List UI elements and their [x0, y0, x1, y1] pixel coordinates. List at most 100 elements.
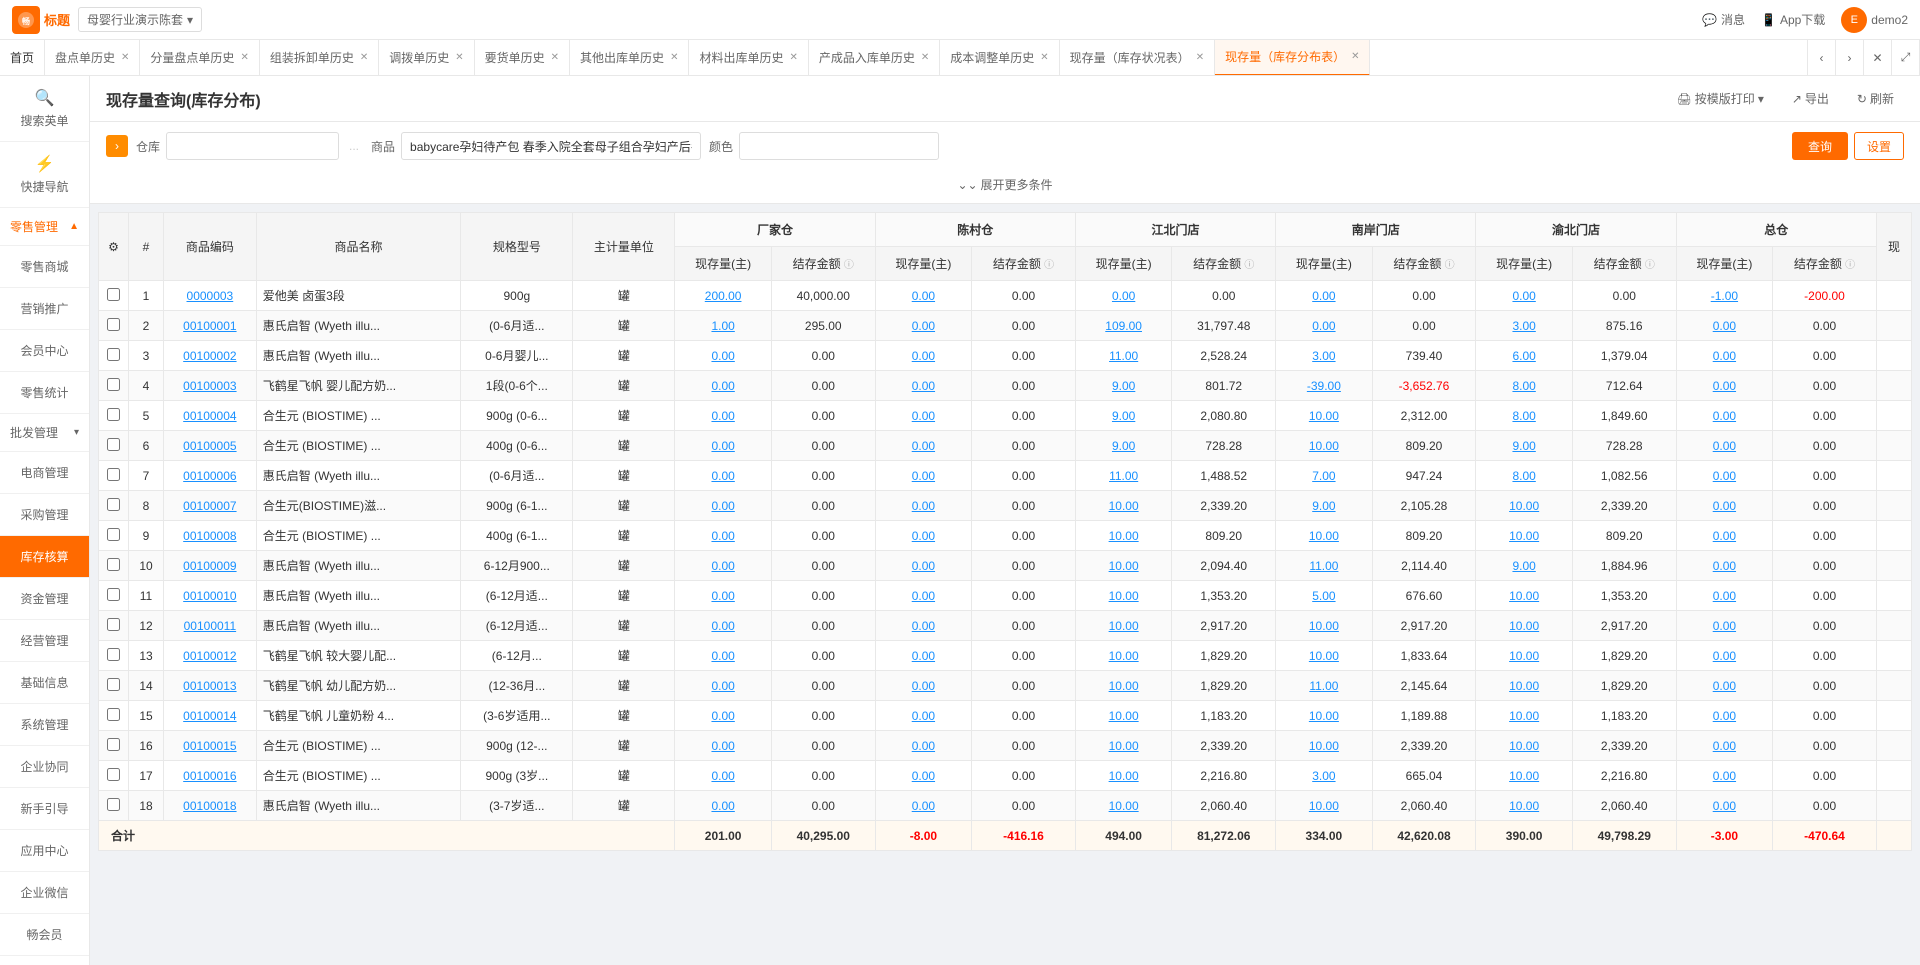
tab-sub-inventory-count[interactable]: 分量盘点单历史 ✕ — [140, 40, 259, 76]
tab-expand-btn[interactable]: ⤢ — [1892, 40, 1920, 76]
close-icon[interactable]: ✕ — [1040, 52, 1048, 63]
row-total-qty: 0.00 — [1676, 791, 1772, 821]
tab-inventory-count[interactable]: 盘点单历史 ✕ — [45, 40, 140, 76]
warehouse-input[interactable] — [166, 132, 339, 160]
sidebar-item-search[interactable]: 🔍 搜索英单 — [0, 76, 89, 142]
row-checkbox[interactable] — [99, 371, 129, 401]
row-checkbox[interactable] — [99, 311, 129, 341]
row-checkbox[interactable] — [99, 281, 129, 311]
sidebar-item-quicknav[interactable]: ⚡ 快捷导航 — [0, 142, 89, 208]
tab-stock-dist[interactable]: 现存量（库存分布表） ✕ — [1215, 40, 1370, 76]
row-checkbox[interactable] — [99, 551, 129, 581]
tab-cost-adjust[interactable]: 成本调整单历史 ✕ — [940, 40, 1059, 76]
close-icon[interactable]: ✕ — [921, 52, 929, 63]
row-checkbox[interactable] — [99, 341, 129, 371]
tab-prev-btn[interactable]: ‹ — [1808, 40, 1836, 76]
sidebar-item-enterprise-wechat[interactable]: 企业微信 — [0, 872, 89, 914]
info-icon[interactable]: ⓘ — [1244, 260, 1254, 271]
row-yubei-amt: 728.28 — [1572, 431, 1676, 461]
tab-transfer[interactable]: 调拨单历史 ✕ — [379, 40, 474, 76]
close-icon[interactable]: ✕ — [551, 52, 559, 63]
row-checkbox[interactable] — [99, 491, 129, 521]
row-current — [1876, 461, 1911, 491]
sidebar-item-operations[interactable]: 经营管理 — [0, 620, 89, 662]
tab-product-in[interactable]: 产成品入库单历史 ✕ — [809, 40, 940, 76]
close-icon[interactable]: ✕ — [360, 52, 368, 63]
tab-requisition[interactable]: 要货单历史 ✕ — [475, 40, 570, 76]
sidebar-item-system[interactable]: 系统管理 — [0, 704, 89, 746]
close-icon[interactable]: ✕ — [240, 52, 248, 63]
sidebar-item-marketing[interactable]: 营销推广 — [0, 288, 89, 330]
sidebar-item-purchase[interactable]: 采购管理 — [0, 494, 89, 536]
industry-selector[interactable]: 母婴行业演示陈套 ▾ — [78, 7, 202, 32]
row-checkbox[interactable] — [99, 671, 129, 701]
sidebar-item-retail-store[interactable]: 零售商城 — [0, 246, 89, 288]
user-area[interactable]: E demo2 — [1841, 7, 1908, 33]
sidebar-item-retail-mgmt[interactable]: 零售管理 ▲ — [0, 208, 89, 246]
tab-material-out[interactable]: 材料出库单历史 ✕ — [689, 40, 808, 76]
row-checkbox[interactable] — [99, 461, 129, 491]
sidebar-item-guide[interactable]: 新手引导 — [0, 788, 89, 830]
info-icon[interactable]: ⓘ — [844, 260, 854, 271]
info-icon[interactable]: ⓘ — [1044, 260, 1054, 271]
close-icon[interactable]: ✕ — [1196, 52, 1204, 63]
sidebar-item-app-center[interactable]: 应用中心 — [0, 830, 89, 872]
row-yubei-qty: 10.00 — [1476, 761, 1572, 791]
tab-close-all-btn[interactable]: ✕ — [1864, 40, 1892, 76]
collapse-filter-btn[interactable]: › — [106, 135, 128, 157]
settings-btn[interactable]: 设置 — [1854, 132, 1904, 160]
sidebar-item-ecommerce[interactable]: 电商管理 — [0, 452, 89, 494]
app-download-btn[interactable]: 📱 App下载 — [1761, 11, 1825, 28]
summary-row: 合计 201.00 40,295.00 -8.00 -416.16 494.00… — [99, 821, 1912, 851]
query-btn[interactable]: 查询 — [1792, 132, 1848, 160]
row-checkbox[interactable] — [99, 731, 129, 761]
color-input[interactable] — [739, 132, 939, 160]
messages-btn[interactable]: 💬 消息 — [1702, 11, 1745, 28]
row-factory-amt: 0.00 — [771, 761, 875, 791]
product-input[interactable] — [401, 132, 701, 160]
tab-next-btn[interactable]: › — [1836, 40, 1864, 76]
close-icon[interactable]: ✕ — [455, 52, 463, 63]
row-checkbox[interactable] — [99, 521, 129, 551]
color-filter: 颜色 — [709, 132, 939, 160]
row-checkbox[interactable] — [99, 581, 129, 611]
sidebar-item-retail-stats[interactable]: 零售统计 — [0, 372, 89, 414]
row-checkbox[interactable] — [99, 401, 129, 431]
close-icon[interactable]: ✕ — [121, 52, 129, 63]
tab-home[interactable]: 首页 — [0, 40, 45, 76]
chevron-down-icon: ▾ — [187, 13, 193, 27]
sidebar-item-inventory[interactable]: 库存核算 — [0, 536, 89, 578]
row-checkbox[interactable] — [99, 641, 129, 671]
row-checkbox[interactable] — [99, 431, 129, 461]
sidebar-item-member-app[interactable]: 畅会员 — [0, 914, 89, 956]
close-icon[interactable]: ✕ — [1351, 51, 1359, 62]
row-checkbox[interactable] — [99, 791, 129, 821]
sidebar-item-member[interactable]: 会员中心 — [0, 330, 89, 372]
row-total-qty: 0.00 — [1676, 551, 1772, 581]
print-btn[interactable]: 🖨 按模版打印 ▾ — [1667, 86, 1774, 111]
tab-other-out[interactable]: 其他出库单历史 ✕ — [570, 40, 689, 76]
sidebar-item-basic-info[interactable]: 基础信息 — [0, 662, 89, 704]
sidebar-item-wholesale[interactable]: 批发管理 ▾ — [0, 414, 89, 452]
row-chen-qty: 0.00 — [875, 791, 971, 821]
info-icon[interactable]: ⓘ — [1445, 260, 1455, 271]
row-checkbox[interactable] — [99, 761, 129, 791]
row-factory-qty: 0.00 — [675, 401, 771, 431]
row-checkbox[interactable] — [99, 701, 129, 731]
row-code: 00100009 — [164, 551, 257, 581]
tab-stock-status[interactable]: 现存量（库存状况表） ✕ — [1060, 40, 1215, 76]
close-icon[interactable]: ✕ — [670, 52, 678, 63]
info-icon[interactable]: ⓘ — [1645, 260, 1655, 271]
export-btn[interactable]: ↗ 导出 — [1782, 86, 1839, 111]
logo-area: 畅 标题 — [12, 6, 70, 34]
row-checkbox[interactable] — [99, 611, 129, 641]
gear-column-header[interactable]: ⚙ — [99, 213, 129, 281]
close-icon[interactable]: ✕ — [789, 52, 797, 63]
row-nanan-amt: 1,833.64 — [1372, 641, 1476, 671]
info-icon[interactable]: ⓘ — [1845, 260, 1855, 271]
tab-assembly[interactable]: 组装拆卸单历史 ✕ — [260, 40, 379, 76]
sidebar-item-enterprise-collab[interactable]: 企业协同 — [0, 746, 89, 788]
refresh-btn[interactable]: ↻ 刷新 — [1847, 86, 1904, 111]
expand-filter-btn[interactable]: ⌄⌄ 展开更多条件 — [957, 176, 1052, 193]
sidebar-item-finance[interactable]: 资金管理 — [0, 578, 89, 620]
